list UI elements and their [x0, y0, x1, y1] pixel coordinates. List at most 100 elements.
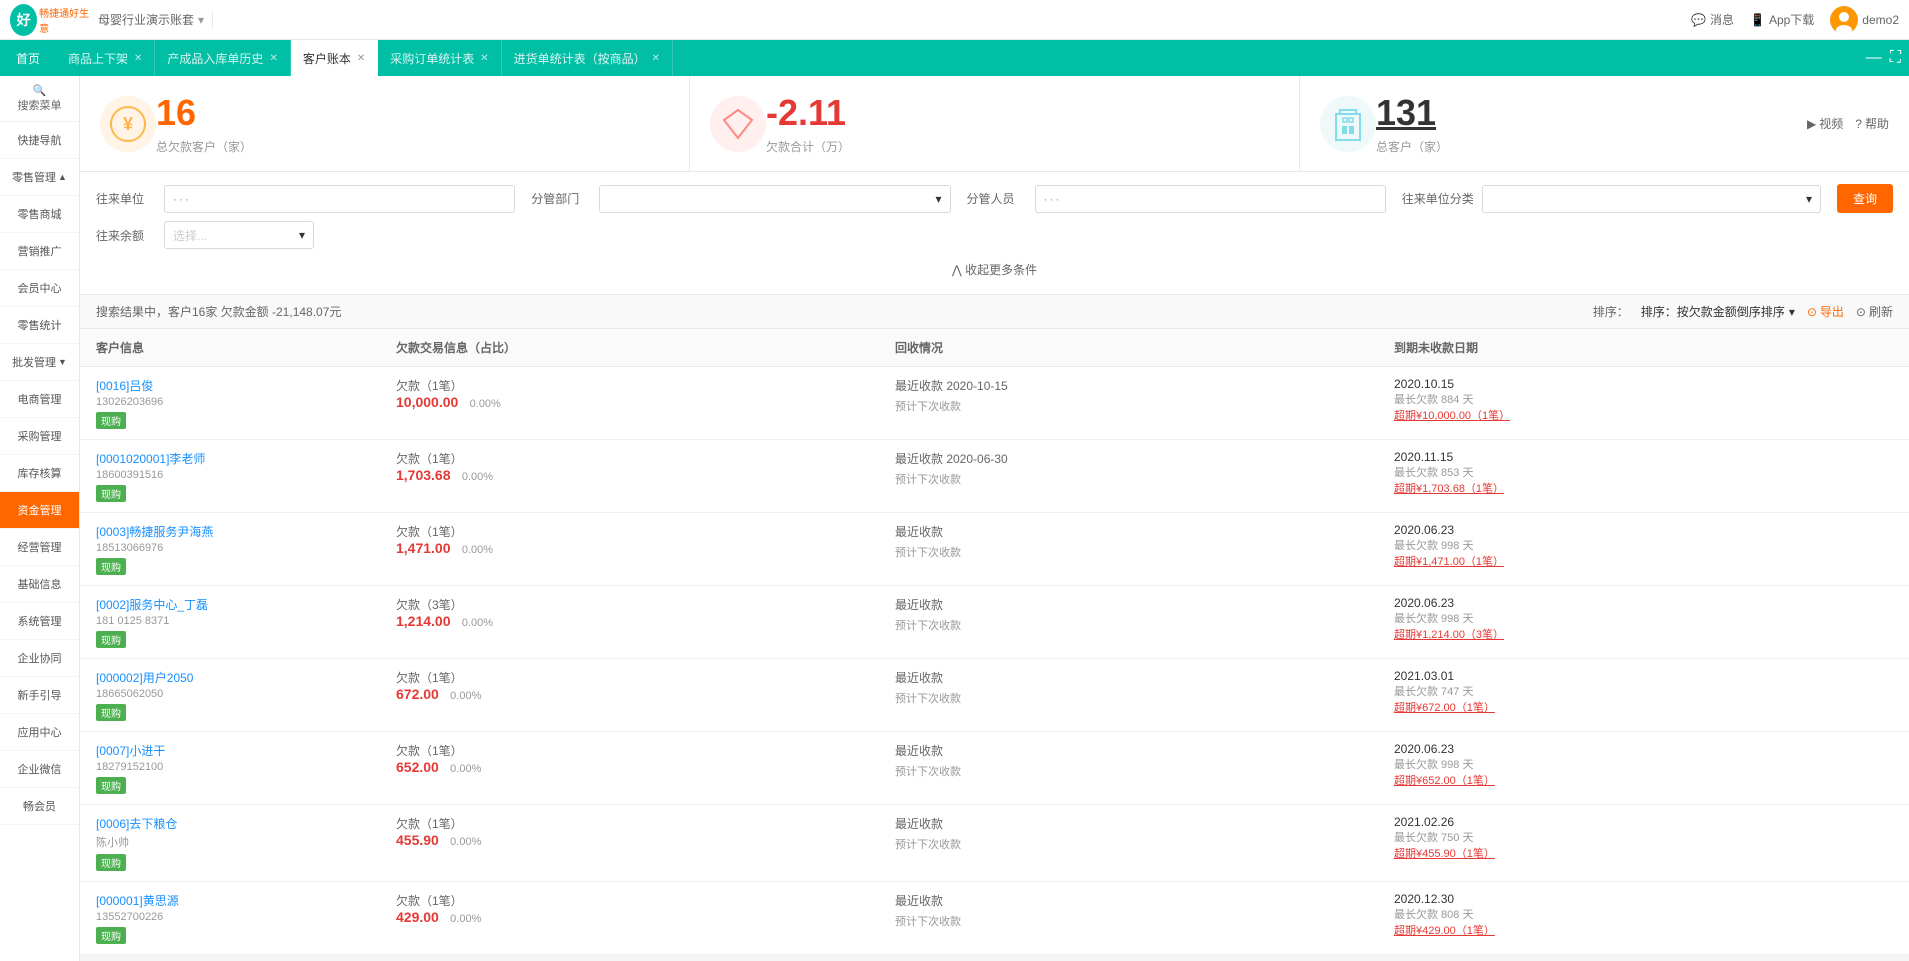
- collection-info-5: 最近收款 预计下次收款: [895, 742, 1394, 779]
- sidebar-item-system[interactable]: 系统管理: [0, 603, 79, 640]
- sidebar-item-member[interactable]: 会员中心: [0, 270, 79, 307]
- results-right: 排序： 排序：按欠款金额倒序排序 ▾ ⊙ 导出 ⊙ 刷新: [1593, 303, 1893, 320]
- customer-id-link-7[interactable]: [000001]黄思源: [96, 892, 396, 909]
- table-header: 客户信息 欠款交易信息（占比） 回收情况 到期未收款日期: [80, 329, 1909, 367]
- overdue-link-2[interactable]: 超期¥1,471.00（1笔）: [1394, 553, 1893, 569]
- tab-goods[interactable]: 商品上下架 ✕: [56, 40, 155, 76]
- video-btn[interactable]: ▶ 视频: [1807, 115, 1843, 132]
- user-avatar[interactable]: demo2: [1830, 6, 1899, 34]
- customer-id-link-4[interactable]: [000002]用户2050: [96, 669, 396, 686]
- overdue-link-3[interactable]: 超期¥1,214.00（3笔）: [1394, 626, 1893, 642]
- sidebar-item-marketing[interactable]: 营销推广: [0, 233, 79, 270]
- sidebar-item-enterprise[interactable]: 企业协同: [0, 640, 79, 677]
- video-help-area: ▶ 视频 ? 帮助: [1807, 115, 1889, 132]
- download-icon: 📱: [1750, 13, 1765, 27]
- collection-info-4: 最近收款 预计下次收款: [895, 669, 1394, 706]
- overdue-link-4[interactable]: 超期¥672.00（1笔）: [1394, 699, 1893, 715]
- main-content: ¥ 16 总欠款客户（家） -2.11 欠款合计（万）: [80, 76, 1909, 961]
- source-unit-input[interactable]: ···: [164, 185, 515, 213]
- data-table: 客户信息 欠款交易信息（占比） 回收情况 到期未收款日期 [0016]吕俊 13…: [80, 329, 1909, 955]
- overdue-link-5[interactable]: 超期¥652.00（1笔）: [1394, 772, 1893, 788]
- svg-text:¥: ¥: [123, 114, 133, 134]
- tab-purchase[interactable]: 采购订单统计表 ✕: [378, 40, 501, 76]
- sidebar-item-inventory[interactable]: 库存核算: [0, 455, 79, 492]
- unit-class-select[interactable]: ▾: [1482, 185, 1821, 213]
- refresh-icon: ⊙: [1856, 305, 1866, 319]
- customer-id-link-1[interactable]: [0001020001]李老师: [96, 450, 396, 467]
- help-btn[interactable]: ? 帮助: [1855, 115, 1889, 132]
- customer-id-link-6[interactable]: [0006]去下粮仓: [96, 815, 396, 832]
- collection-info-1: 最近收款 2020-06-30 预计下次收款: [895, 450, 1394, 487]
- export-btn[interactable]: ⊙ 导出: [1807, 303, 1844, 320]
- sidebar-item-retail-stats[interactable]: 零售统计: [0, 307, 79, 344]
- total-customers-label: 总客户（家）: [1376, 138, 1807, 155]
- sidebar-item-vip[interactable]: 畅会员: [0, 788, 79, 825]
- sidebar-item-batch-mgmt[interactable]: 批发管理 ▼: [0, 344, 79, 381]
- customer-info-7: [000001]黄思源 13552700226 现购: [96, 892, 396, 944]
- tenant-selector[interactable]: 母婴行业演示账套 ▾: [90, 11, 213, 28]
- sidebar-item-capital[interactable]: 资金管理: [0, 492, 79, 529]
- tab-production[interactable]: 产成品入库单历史 ✕: [155, 40, 290, 76]
- refresh-btn[interactable]: ⊙ 刷新: [1856, 303, 1893, 320]
- sidebar-item-purchase-mgmt[interactable]: 采购管理: [0, 418, 79, 455]
- sidebar-item-wechat[interactable]: 企业微信: [0, 751, 79, 788]
- sidebar-search[interactable]: 🔍 搜索菜单: [0, 76, 79, 122]
- tab-close-production[interactable]: ✕: [269, 53, 277, 64]
- sidebar-item-newbie[interactable]: 新手引导: [0, 677, 79, 714]
- sidebar-item-quick-nav[interactable]: 快捷导航: [0, 122, 79, 159]
- dept-select[interactable]: ▾: [599, 185, 950, 213]
- customer-id-link-0[interactable]: [0016]吕俊: [96, 377, 396, 394]
- query-button[interactable]: 查询: [1837, 184, 1893, 213]
- sidebar-item-retail-mall[interactable]: 零售商城: [0, 196, 79, 233]
- sidebar-item-operations[interactable]: 经营管理: [0, 529, 79, 566]
- sidebar-item-basic-info[interactable]: 基础信息: [0, 566, 79, 603]
- customer-id-link-2[interactable]: [0003]畅捷服务尹海燕: [96, 523, 396, 540]
- sort-arrow-icon: ▾: [1789, 305, 1795, 319]
- overdue-link-6[interactable]: 超期¥455.90（1笔）: [1394, 845, 1893, 861]
- customer-info-3: [0002]服务中心_丁磊 181 0125 8371 现购: [96, 596, 396, 648]
- table-row: [0006]去下粮仓 陈小帅 现购 欠款（1笔） 455.90 0.00% 最近…: [80, 805, 1909, 882]
- filter-row-1: 往来单位 ··· 分管部门 ▾ 分管人员 ···: [96, 184, 1893, 213]
- filter-area: 往来单位 ··· 分管部门 ▾ 分管人员 ···: [80, 172, 1909, 295]
- overdue-link-0[interactable]: 超期¥10,000.00（1笔）: [1394, 407, 1893, 423]
- debt-info-7: 欠款（1笔） 429.00 0.00%: [396, 892, 895, 925]
- message-btn[interactable]: 💬 消息: [1691, 11, 1734, 28]
- sidebar-item-retail-mgmt[interactable]: 零售管理 ▲: [0, 159, 79, 196]
- results-bar: 搜索结果中，客户16家 欠款金额 -21,148.07元 排序： 排序：按欠款金…: [80, 295, 1909, 329]
- app-download-btn[interactable]: 📱 App下载: [1750, 11, 1814, 28]
- minimize-icon[interactable]: —: [1866, 50, 1882, 66]
- results-summary: 搜索结果中，客户16家 欠款金额 -21,148.07元: [96, 303, 341, 320]
- tab-close-purchase[interactable]: ✕: [480, 53, 488, 64]
- collapse-icon: ⋀: [952, 263, 962, 277]
- overdue-link-1[interactable]: 超期¥1,703.68（1笔）: [1394, 480, 1893, 496]
- unit-class-arrow-icon: ▾: [1806, 192, 1812, 206]
- logo-area: 好 畅捷通好生意: [10, 4, 90, 36]
- tab-close-customer[interactable]: ✕: [357, 53, 365, 64]
- collapse-btn[interactable]: ⋀ 收起更多条件: [96, 257, 1893, 282]
- video-icon: ▶: [1807, 117, 1816, 131]
- customer-info-4: [000002]用户2050 18665062050 现购: [96, 669, 396, 721]
- tab-incoming[interactable]: 进货单统计表（按商品） ✕: [502, 40, 673, 76]
- top-right-area: 💬 消息 📱 App下载 demo2: [1691, 6, 1899, 34]
- customer-phone-5: 18279152100: [96, 761, 396, 773]
- balance-select[interactable]: 选择... ▾: [164, 221, 314, 249]
- collection-info-6: 最近收款 预计下次收款: [895, 815, 1394, 852]
- export-icon: ⊙: [1807, 305, 1817, 319]
- person-input[interactable]: ···: [1035, 185, 1386, 213]
- tab-customer[interactable]: 客户账本 ✕: [291, 40, 378, 76]
- tab-close-incoming[interactable]: ✕: [652, 53, 660, 64]
- customer-id-link-3[interactable]: [0002]服务中心_丁磊: [96, 596, 396, 613]
- sidebar-item-ecommerce[interactable]: 电商管理: [0, 381, 79, 418]
- overdue-info-1: 2020.11.15 最长欠款 853 天 超期¥1,703.68（1笔）: [1394, 450, 1893, 496]
- sidebar-item-apps[interactable]: 应用中心: [0, 714, 79, 751]
- maximize-icon[interactable]: ⛶: [1890, 50, 1901, 66]
- total-customers-value: 131: [1376, 92, 1807, 134]
- overdue-link-7[interactable]: 超期¥429.00（1笔）: [1394, 922, 1893, 938]
- debt-customers-value: 16: [156, 92, 252, 134]
- customer-id-link-5[interactable]: [0007]小进干: [96, 742, 396, 759]
- tab-close-goods[interactable]: ✕: [134, 53, 142, 64]
- filter-balance: 往来余额 选择... ▾: [96, 221, 1893, 249]
- sort-select[interactable]: 排序：按欠款金额倒序排序 ▾: [1641, 303, 1795, 320]
- sidebar: 🔍 搜索菜单 快捷导航 零售管理 ▲ 零售商城 营销推广 会员中心 零售统计 批…: [0, 76, 80, 961]
- tab-home[interactable]: 首页: [0, 40, 56, 76]
